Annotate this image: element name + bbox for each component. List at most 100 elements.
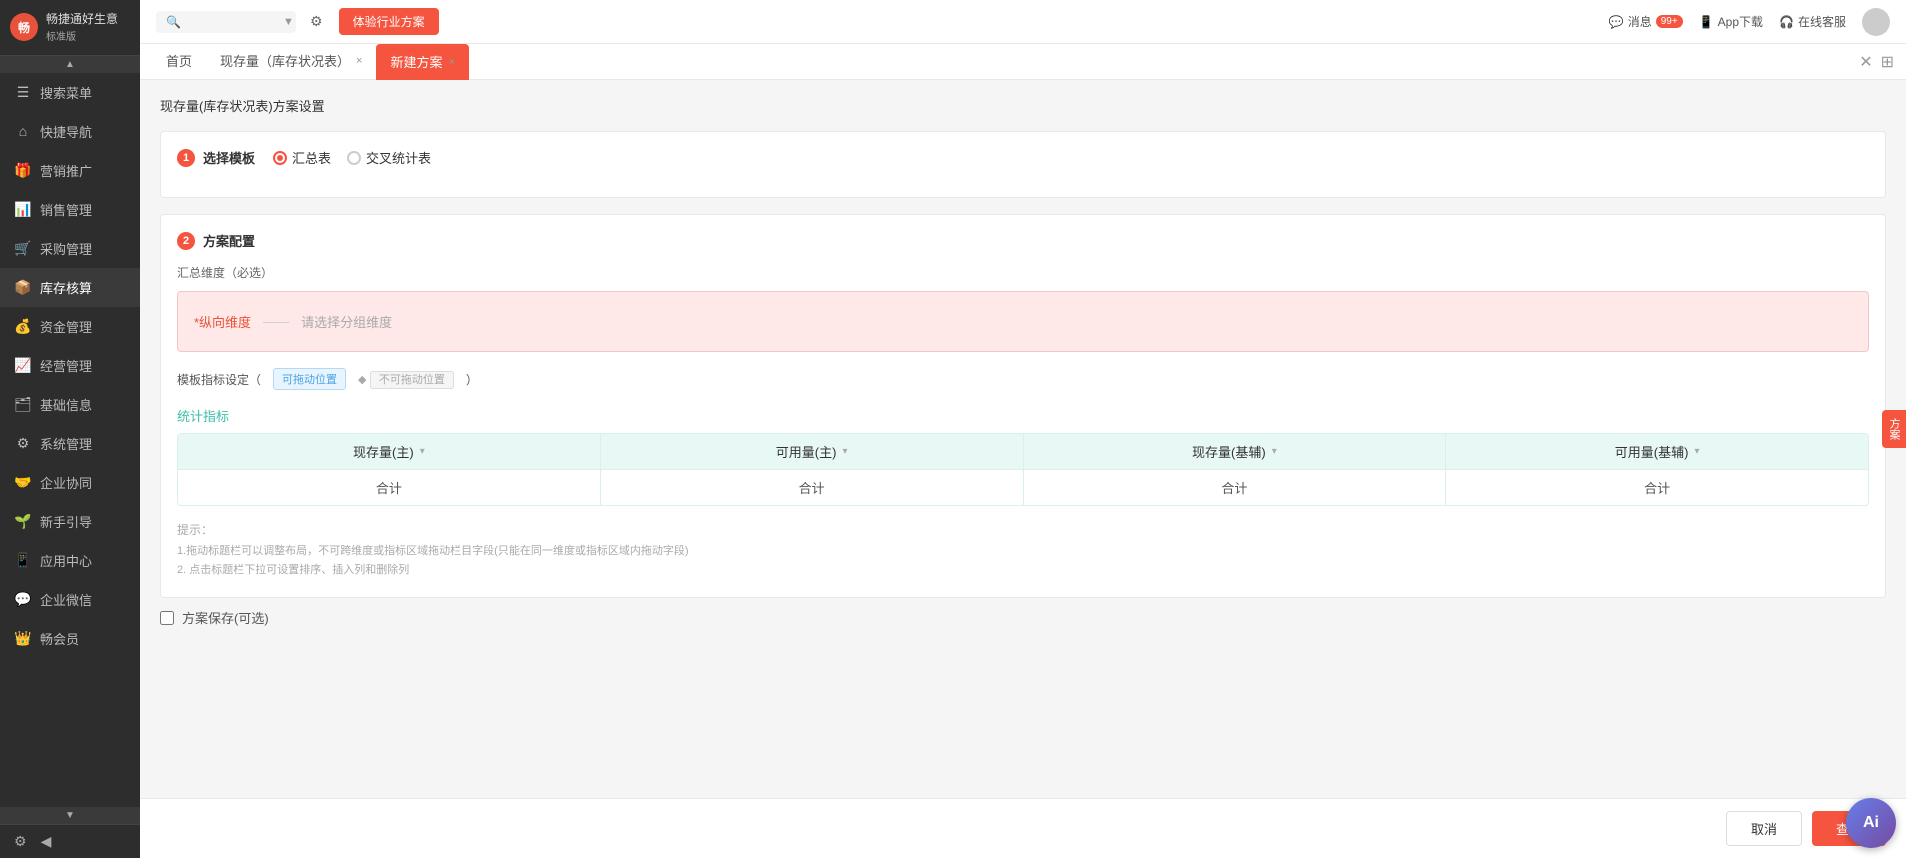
- cancel-button[interactable]: 取消: [1726, 811, 1802, 846]
- dropdown-chevron-icon[interactable]: ▼: [283, 16, 294, 28]
- step2-header: 2 方案配置: [177, 231, 1869, 250]
- stats-col-3: 现存量(基辅) ▾: [1024, 434, 1447, 470]
- message-label: 消息: [1628, 13, 1652, 30]
- col-2-chevron-icon[interactable]: ▾: [842, 446, 847, 457]
- stats-cell-1-2: 合计: [601, 470, 1023, 505]
- box-icon: 📦: [14, 278, 32, 296]
- message-item[interactable]: 💬 消息 99+: [1609, 13, 1683, 30]
- sidebar-item-label: 搜索菜单: [40, 83, 92, 102]
- ai-badge[interactable]: Ai: [1846, 798, 1896, 848]
- right-panel-hint[interactable]: 方案: [1882, 410, 1906, 448]
- gift-icon: 🎁: [14, 161, 32, 179]
- non-draggable-label: 不可拖动位置: [370, 371, 454, 389]
- sidebar-item-search-menu[interactable]: ☰ 搜索菜单: [0, 73, 140, 112]
- save-label: 方案保存(可选): [182, 608, 269, 627]
- trial-btn[interactable]: 体验行业方案: [339, 8, 439, 35]
- col-1-chevron-icon[interactable]: ▾: [420, 446, 425, 457]
- tab-inventory-close-icon[interactable]: ×: [356, 55, 362, 67]
- handshake-icon: 🤝: [14, 473, 32, 491]
- app-download-item[interactable]: 📱 App下载: [1699, 13, 1763, 30]
- template-close-paren: ）: [466, 371, 478, 388]
- tab-new-scheme[interactable]: 新建方案 ×: [376, 44, 468, 80]
- sidebar-scroll-up[interactable]: ▲: [0, 56, 140, 73]
- sidebar-item-label: 经营管理: [40, 356, 92, 375]
- sidebar-item-marketing[interactable]: 🎁 营销推广: [0, 151, 140, 190]
- sidebar-item-management[interactable]: 📈 经营管理: [0, 346, 140, 385]
- step1-badge: 1: [177, 149, 195, 167]
- collapse-icon[interactable]: ◀: [41, 833, 52, 850]
- topbar-gear-icon[interactable]: ⚙: [310, 13, 323, 30]
- stats-table-header: 现存量(主) ▾ 可用量(主) ▾ 现存量(基辅) ▾: [178, 434, 1868, 470]
- draggable-badge: 可拖动位置: [273, 368, 346, 390]
- tab-home-label: 首页: [166, 51, 192, 70]
- sidebar-item-collaboration[interactable]: 🤝 企业协同: [0, 463, 140, 502]
- settings-icon[interactable]: ⚙: [14, 833, 27, 850]
- col-3-chevron-icon[interactable]: ▾: [1272, 446, 1277, 457]
- sidebar-item-guide[interactable]: 🌱 新手引导: [0, 502, 140, 541]
- stats-label: 统计指标: [177, 406, 1869, 425]
- sidebar-item-member[interactable]: 👑 畅会员: [0, 619, 140, 658]
- radio-summary[interactable]: 汇总表: [273, 148, 331, 167]
- stats-col-3-header: 现存量(基辅) ▾: [1024, 434, 1446, 470]
- online-service-item[interactable]: 🎧 在线客服: [1779, 13, 1846, 30]
- step2-section: 2 方案配置 汇总维度（必选） *纵向维度 —— 请选择分组维度 模板指标设定（…: [160, 214, 1886, 598]
- search-input[interactable]: [187, 15, 277, 29]
- trending-icon: 📈: [14, 356, 32, 374]
- sidebar-logo: 畅 畅捷通好生意 标准版: [0, 0, 140, 56]
- tab-inventory-label: 现存量（库存状况表）: [220, 51, 350, 70]
- radio-cross-dot: [347, 151, 361, 165]
- sidebar-item-inventory[interactable]: 📦 库存核算: [0, 268, 140, 307]
- sidebar-item-app-center[interactable]: 📱 应用中心: [0, 541, 140, 580]
- headset-icon: 🎧: [1779, 15, 1794, 29]
- crown-icon: 👑: [14, 629, 32, 647]
- sidebar-item-label: 快捷导航: [40, 122, 92, 141]
- dimension-hint: 请选择分组维度: [301, 312, 392, 331]
- stats-cell-1-1: 合计: [178, 470, 600, 505]
- sidebar-item-label: 畅会员: [40, 629, 79, 648]
- col-4-chevron-icon[interactable]: ▾: [1694, 446, 1699, 457]
- vertical-dimension-label: *纵向维度: [194, 312, 251, 331]
- sidebar-item-quick-nav[interactable]: ⌂ 快捷导航: [0, 112, 140, 151]
- save-row: 方案保存(可选): [160, 608, 1886, 627]
- message-badge: 99+: [1656, 15, 1683, 28]
- tips-section: 提示： 1.拖动标题栏可以调整布局，不可跨维度或指标区域拖动栏目字段(只能在同一…: [177, 520, 1869, 581]
- sidebar-item-basic-info[interactable]: 🗂 基础信息: [0, 385, 140, 424]
- topbar-search: 🔍 ▼: [156, 11, 296, 33]
- main-area: 🔍 ▼ ⚙ 体验行业方案 💬 消息 99+ 📱 App下载 🎧 在线客服: [140, 0, 1906, 858]
- step2-badge: 2: [177, 232, 195, 250]
- tab-shrink-icon[interactable]: ✕: [1859, 52, 1872, 72]
- dimension-row: *纵向维度 —— 请选择分组维度: [177, 291, 1869, 352]
- tab-expand-icon[interactable]: ⊞: [1881, 52, 1894, 72]
- mobile-icon: 📱: [14, 551, 32, 569]
- stats-body-col-2: 合计: [601, 470, 1024, 505]
- sidebar-item-finance[interactable]: 💰 资金管理: [0, 307, 140, 346]
- radio-summary-label: 汇总表: [292, 148, 331, 167]
- sidebar-item-system[interactable]: ⚙ 系统管理: [0, 424, 140, 463]
- folder-icon: 🗂: [14, 395, 32, 413]
- tab-inventory[interactable]: 现存量（库存状况表） ×: [206, 44, 376, 80]
- sidebar-item-purchase[interactable]: 🛒 采购管理: [0, 229, 140, 268]
- stats-col-1-header: 现存量(主) ▾: [178, 434, 600, 470]
- sidebar-item-wechat[interactable]: 💬 企业微信: [0, 580, 140, 619]
- sidebar-nav: ☰ 搜索菜单 ⌂ 快捷导航 🎁 营销推广 📊 销售管理 🛒 采购管理 📦 库存核…: [0, 73, 140, 807]
- sidebar-scroll-down[interactable]: ▼: [0, 807, 140, 824]
- app-logo-icon: 畅: [10, 13, 38, 41]
- user-avatar[interactable]: [1862, 8, 1890, 36]
- home-icon: ⌂: [14, 122, 32, 140]
- tab-new-scheme-close-icon[interactable]: ×: [448, 56, 454, 68]
- wechat-icon: 💬: [14, 590, 32, 608]
- template-indicator-row: 模板指标设定（ 可拖动位置 ◆ 不可拖动位置 ）: [177, 368, 1869, 390]
- stats-body-col-1: 合计: [178, 470, 601, 505]
- search-menu-icon: ☰: [14, 83, 32, 101]
- stats-cell-1-4: 合计: [1446, 470, 1868, 505]
- stats-body-col-4: 合计: [1446, 470, 1868, 505]
- app-download-label: App下载: [1718, 13, 1763, 30]
- step1-section: 1 选择模板 汇总表 交叉统计表: [160, 131, 1886, 198]
- sidebar-item-sales[interactable]: 📊 销售管理: [0, 190, 140, 229]
- sidebar-item-label: 应用中心: [40, 551, 92, 570]
- app-download-icon: 📱: [1699, 15, 1714, 29]
- tab-home[interactable]: 首页: [152, 44, 206, 80]
- sidebar-item-label: 企业微信: [40, 590, 92, 609]
- radio-cross[interactable]: 交叉统计表: [347, 148, 431, 167]
- save-checkbox[interactable]: [160, 611, 174, 625]
